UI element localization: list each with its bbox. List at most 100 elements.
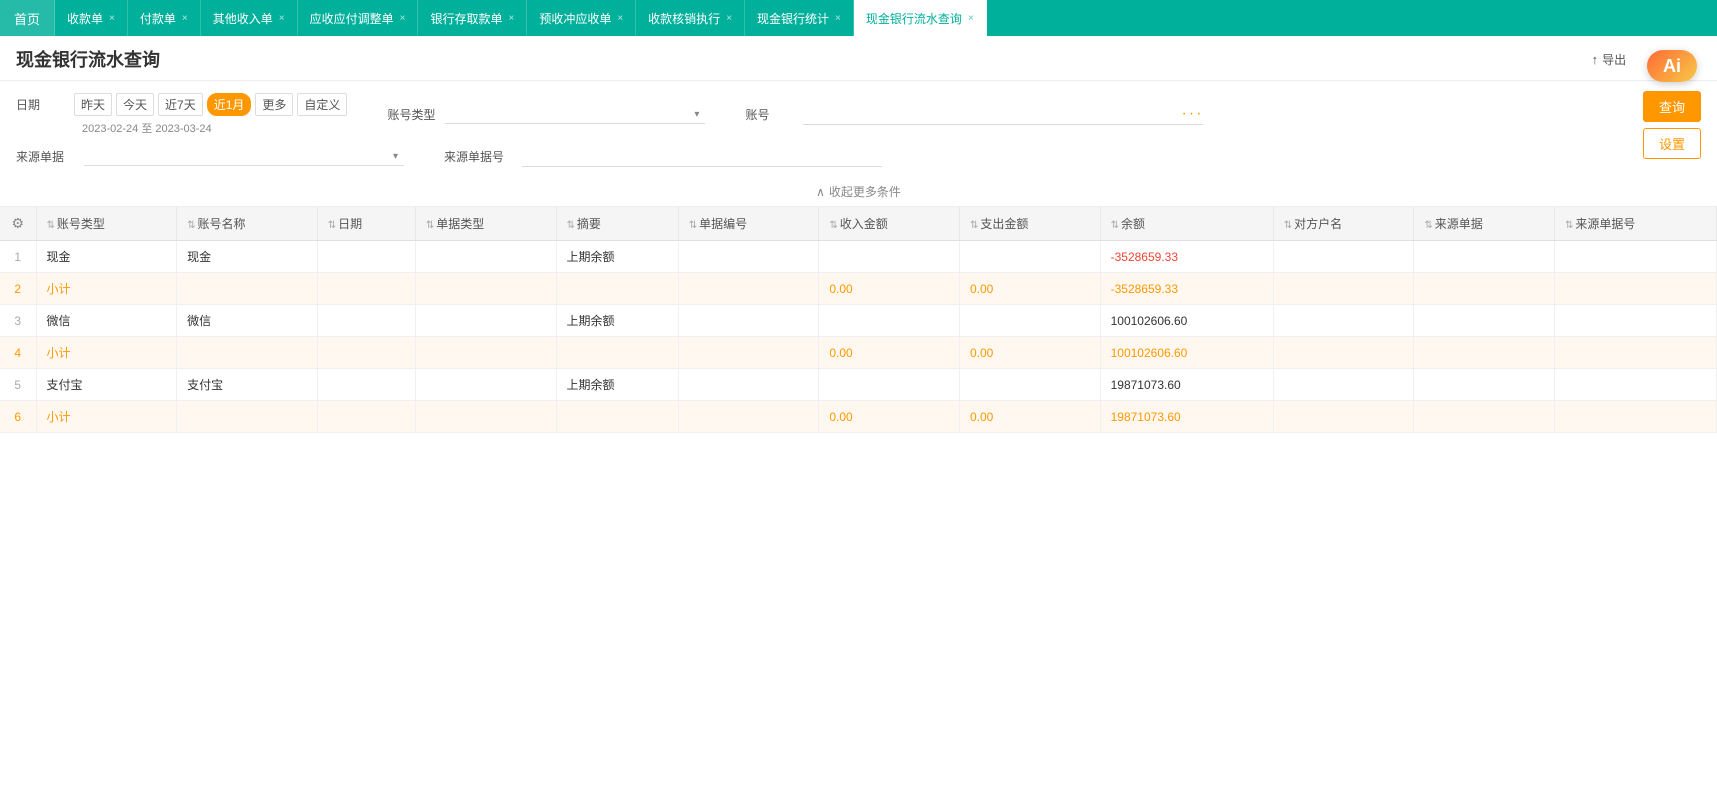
cell-counterparty xyxy=(1273,273,1414,305)
ai-badge[interactable]: Ai xyxy=(1647,50,1697,82)
col-account-type[interactable]: ⇅账号类型 xyxy=(36,207,177,241)
close-icon[interactable]: × xyxy=(109,13,115,24)
col-source-doc-no[interactable]: ⇅来源单据号 xyxy=(1554,207,1716,241)
col-income[interactable]: ⇅收入金额 xyxy=(819,207,960,241)
cell-expense: 0.00 xyxy=(959,401,1100,433)
cell-income xyxy=(819,241,960,273)
cell-doc-no xyxy=(678,337,819,369)
cell-balance: -3528659.33 xyxy=(1100,273,1273,305)
export-button[interactable]: ↑ 导出 xyxy=(1584,47,1635,72)
close-icon[interactable]: × xyxy=(508,13,514,24)
cell-balance: 100102606.60 xyxy=(1100,305,1273,337)
account-type-select[interactable]: ▾ xyxy=(445,106,705,124)
cell-source-doc xyxy=(1414,401,1555,433)
account-input[interactable] xyxy=(803,104,1181,124)
cell-source-doc xyxy=(1414,241,1555,273)
source-doc-select[interactable]: ▾ xyxy=(84,148,404,166)
page-header: 现金银行流水查询 ↑ 导出 ↻ 刷新 xyxy=(0,36,1717,81)
date-btn-yesterday[interactable]: 昨天 xyxy=(74,93,112,116)
cell-balance: 19871073.60 xyxy=(1100,369,1273,401)
nav-tab-xianjinliushui[interactable]: 现金银行流水查询 × xyxy=(854,0,987,36)
query-button[interactable]: 查询 xyxy=(1643,91,1701,122)
cell-doc-no xyxy=(678,241,819,273)
nav-home[interactable]: 首页 xyxy=(0,0,55,36)
filter-row-2: 来源单据 ▾ 来源单据号 xyxy=(16,146,1701,167)
cell-source-doc-no xyxy=(1554,241,1716,273)
col-expense[interactable]: ⇅支出金额 xyxy=(959,207,1100,241)
col-summary[interactable]: ⇅摘要 xyxy=(556,207,678,241)
top-nav: 首页 收款单 × 付款单 × 其他收入单 × 应收应付调整单 × 银行存取款单 … xyxy=(0,0,1717,36)
date-btn-more[interactable]: 更多 xyxy=(255,93,293,116)
nav-tab-shoudan[interactable]: 收款单 × xyxy=(55,0,128,36)
cell-balance: 19871073.60 xyxy=(1100,401,1273,433)
close-icon[interactable]: × xyxy=(279,13,285,24)
cell-doc-type xyxy=(415,369,556,401)
close-icon[interactable]: × xyxy=(835,13,841,24)
date-btn-1month[interactable]: 近1月 xyxy=(207,93,252,116)
cell-expense: 0.00 xyxy=(959,337,1100,369)
column-settings-icon[interactable]: ⚙ xyxy=(11,215,24,231)
cell-summary xyxy=(556,337,678,369)
cell-account-type: 小计 xyxy=(36,273,177,305)
cell-date xyxy=(317,305,415,337)
col-doc-no[interactable]: ⇅单据编号 xyxy=(678,207,819,241)
date-label: 日期 xyxy=(16,93,66,113)
table-row: 5 支付宝 支付宝 上期余额 19871073.60 xyxy=(0,369,1717,401)
cell-income xyxy=(819,305,960,337)
cell-expense xyxy=(959,241,1100,273)
table-header-row: ⚙ ⇅账号类型 ⇅账号名称 ⇅日期 ⇅单据类型 ⇅摘要 xyxy=(0,207,1717,241)
source-doc-num-input[interactable] xyxy=(522,146,882,167)
cell-doc-type xyxy=(415,241,556,273)
col-account-name[interactable]: ⇅账号名称 xyxy=(177,207,318,241)
close-icon[interactable]: × xyxy=(726,13,732,24)
up-arrow-icon: ∧ xyxy=(816,185,825,199)
table-row: 6 小计 0.00 0.00 19871073.60 xyxy=(0,401,1717,433)
close-icon[interactable]: × xyxy=(968,13,974,24)
nav-tab-shoukuan[interactable]: 收款核销执行 × xyxy=(636,0,745,36)
cell-summary: 上期余额 xyxy=(556,369,678,401)
cell-account-name: 微信 xyxy=(177,305,318,337)
row-number: 2 xyxy=(0,273,36,305)
col-counterparty[interactable]: ⇅对方户名 xyxy=(1273,207,1414,241)
close-icon[interactable]: × xyxy=(182,13,188,24)
col-date[interactable]: ⇅日期 xyxy=(317,207,415,241)
row-number: 3 xyxy=(0,305,36,337)
nav-tab-fudan[interactable]: 付款单 × xyxy=(128,0,201,36)
nav-tab-yinhangcunqu[interactable]: 银行存取款单 × xyxy=(418,0,527,36)
col-balance[interactable]: ⇅余额 xyxy=(1100,207,1273,241)
close-icon[interactable]: × xyxy=(617,13,623,24)
source-doc-num-label: 来源单据号 xyxy=(444,148,514,165)
collapse-bar[interactable]: ∧ 收起更多条件 xyxy=(0,177,1717,207)
nav-tab-yushou[interactable]: 预收冲应收单 × xyxy=(527,0,636,36)
date-range-display: 2023-02-24 至 2023-03-24 xyxy=(82,120,347,136)
dots-button[interactable]: ··· xyxy=(1181,105,1203,123)
col-source-doc[interactable]: ⇅来源单据 xyxy=(1414,207,1555,241)
cell-source-doc xyxy=(1414,305,1555,337)
chevron-down-icon: ▾ xyxy=(694,109,699,120)
settings-button[interactable]: 设置 xyxy=(1643,128,1701,159)
col-doc-type[interactable]: ⇅单据类型 xyxy=(415,207,556,241)
date-btn-today[interactable]: 今天 xyxy=(116,93,154,116)
cell-doc-type xyxy=(415,337,556,369)
cell-doc-no xyxy=(678,305,819,337)
date-btn-custom[interactable]: 自定义 xyxy=(297,93,347,116)
date-btn-7days[interactable]: 近7天 xyxy=(158,93,203,116)
cell-counterparty xyxy=(1273,369,1414,401)
cell-balance: -3528659.33 xyxy=(1100,241,1273,273)
cell-counterparty xyxy=(1273,305,1414,337)
table-wrapper: ⚙ ⇅账号类型 ⇅账号名称 ⇅日期 ⇅单据类型 ⇅摘要 xyxy=(0,207,1717,433)
table-row: 4 小计 0.00 0.00 100102606.60 xyxy=(0,337,1717,369)
chevron-down-icon: ▾ xyxy=(393,151,398,162)
cell-summary: 上期余额 xyxy=(556,241,678,273)
nav-tab-yingshouyingfu[interactable]: 应收应付调整单 × xyxy=(298,0,419,36)
filter-row-1: 日期 昨天 今天 近7天 近1月 更多 自定义 2023-02-24 至 202… xyxy=(16,93,1701,136)
cell-doc-type xyxy=(415,273,556,305)
nav-tab-xianjintongji[interactable]: 现金银行统计 × xyxy=(745,0,854,36)
cell-source-doc-no xyxy=(1554,401,1716,433)
right-action-panel: 查询 设置 xyxy=(1643,91,1701,159)
cell-date xyxy=(317,401,415,433)
nav-tab-qitashouru[interactable]: 其他收入单 × xyxy=(201,0,298,36)
cell-doc-no xyxy=(678,273,819,305)
account-type-label: 账号类型 xyxy=(387,106,437,123)
close-icon[interactable]: × xyxy=(400,13,406,24)
